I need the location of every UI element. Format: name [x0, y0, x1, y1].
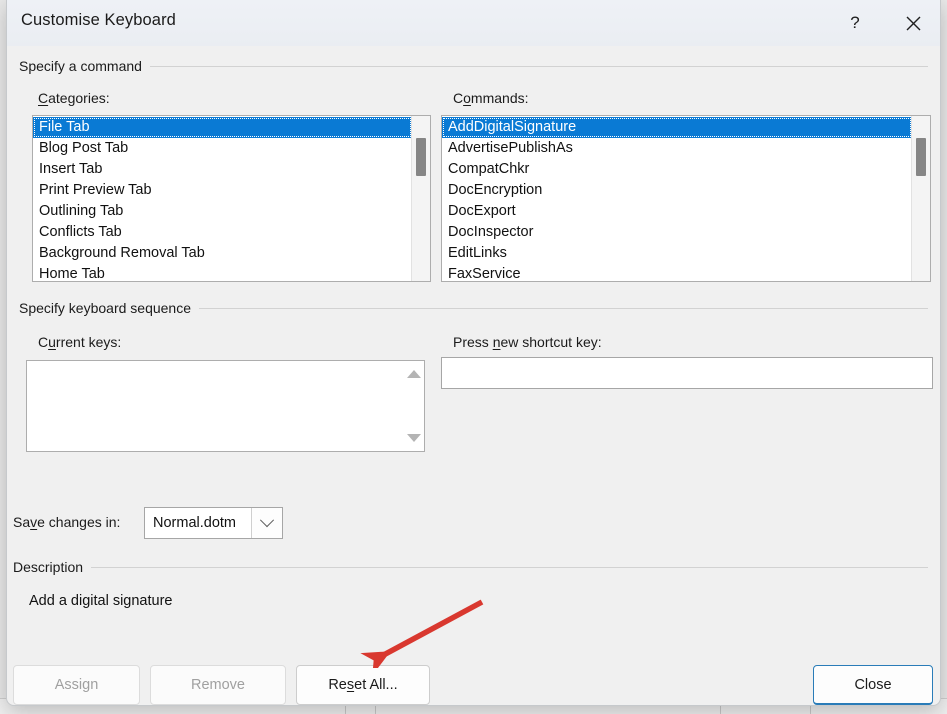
- description-text: Add a digital signature: [29, 593, 173, 609]
- group-header-label: Specify keyboard sequence: [19, 300, 191, 316]
- categories-scrollbar-thumb[interactable]: [416, 138, 426, 176]
- list-item[interactable]: Outlining Tab: [33, 201, 412, 222]
- assign-button-label: Assign: [54, 677, 99, 693]
- close-window-button[interactable]: [890, 0, 936, 46]
- categories-label-accel: C: [38, 90, 49, 106]
- commands-scrollbar-thumb[interactable]: [916, 138, 926, 176]
- categories-label-mid: a: [48, 90, 56, 106]
- list-item[interactable]: Blog Post Tab: [33, 138, 412, 159]
- list-item[interactable]: Conflicts Tab: [33, 222, 412, 243]
- current-keys-listbox[interactable]: [26, 360, 425, 452]
- reset-all-button[interactable]: Reset All...: [296, 665, 430, 705]
- current-keys-label: Current keys:: [38, 334, 121, 350]
- customise-keyboard-dialog: Customise Keyboard ? Specify a command C…: [6, 0, 941, 706]
- triangle-down-icon[interactable]: [407, 434, 421, 442]
- help-button[interactable]: ?: [832, 0, 878, 46]
- title-bar: Customise Keyboard ?: [7, 0, 940, 46]
- reset-all-label-rest: et All...: [354, 677, 398, 693]
- list-item[interactable]: Background Removal Tab: [33, 243, 412, 264]
- categories-listbox[interactable]: File Tab Blog Post Tab Insert Tab Print …: [32, 115, 431, 282]
- close-button[interactable]: Close: [813, 665, 933, 705]
- shortcut-label-rest: ew shortcut key:: [500, 334, 602, 350]
- close-button-label: Close: [854, 676, 892, 693]
- commands-label: Commands:: [453, 90, 529, 106]
- save-changes-in-arrow[interactable]: [251, 508, 282, 538]
- list-item[interactable]: CompatChkr: [442, 159, 912, 180]
- chevron-down-icon: [259, 513, 275, 528]
- close-x-icon: [906, 16, 920, 30]
- current-keys-label-rest: rrent keys:: [55, 334, 122, 350]
- dialog-body: Specify a command Categories: File Tab B…: [7, 46, 940, 705]
- group-header-label: Specify a command: [19, 58, 142, 74]
- categories-scrollbar[interactable]: [411, 116, 430, 281]
- group-rule: [91, 566, 928, 568]
- save-changes-label: Save changes in:: [13, 514, 120, 530]
- list-item[interactable]: AddDigitalSignature: [442, 117, 912, 138]
- save-changes-label-rest: e changes in:: [37, 514, 121, 530]
- current-keys-scrollbar[interactable]: [404, 361, 424, 451]
- group-rule: [199, 307, 928, 309]
- group-header-keyboard-sequence: Specify keyboard sequence: [19, 300, 928, 316]
- reset-all-label-pre: Re: [328, 677, 347, 693]
- list-item[interactable]: Insert Tab: [33, 159, 412, 180]
- group-header-specify-command: Specify a command: [19, 58, 928, 74]
- commands-scrollbar[interactable]: [911, 116, 930, 281]
- list-item[interactable]: DocInspector: [442, 222, 912, 243]
- reset-all-button-label: Reset All...: [328, 677, 397, 693]
- group-rule: [149, 65, 928, 67]
- list-item[interactable]: AdvertisePublishAs: [442, 138, 912, 159]
- press-new-shortcut-input[interactable]: [441, 357, 933, 389]
- press-new-shortcut-label: Press new shortcut key:: [453, 334, 602, 350]
- triangle-up-icon[interactable]: [407, 370, 421, 378]
- commands-label-rest: mmands:: [470, 90, 529, 106]
- dialog-title: Customise Keyboard: [21, 11, 176, 29]
- question-mark-icon: ?: [850, 13, 860, 32]
- list-item[interactable]: DocEncryption: [442, 180, 912, 201]
- group-header-label: Description: [13, 559, 84, 575]
- categories-list-items: File Tab Blog Post Tab Insert Tab Print …: [33, 116, 412, 281]
- list-item[interactable]: DocExport: [442, 201, 912, 222]
- categories-label-rest: tegories:: [55, 90, 110, 106]
- remove-button[interactable]: Remove: [150, 665, 286, 705]
- assign-button[interactable]: Assign: [13, 665, 140, 705]
- save-changes-in-value: Normal.dotm: [153, 515, 236, 531]
- list-item[interactable]: Home Tab: [33, 264, 412, 281]
- group-header-description: Description: [13, 559, 928, 575]
- save-changes-in-combobox[interactable]: Normal.dotm: [144, 507, 283, 539]
- list-item[interactable]: File Tab: [33, 117, 412, 138]
- commands-label-accel: o: [463, 90, 471, 106]
- current-keys-label-pre: C: [38, 334, 49, 350]
- commands-list-items: AddDigitalSignature AdvertisePublishAs C…: [442, 116, 912, 281]
- list-item[interactable]: FaxService: [442, 264, 912, 281]
- categories-label: Categories:: [38, 90, 110, 106]
- save-changes-label-pre: Sa: [13, 514, 31, 530]
- remove-button-label: Remove: [191, 677, 245, 693]
- commands-listbox[interactable]: AddDigitalSignature AdvertisePublishAs C…: [441, 115, 931, 282]
- commands-label-pre: C: [453, 90, 464, 106]
- shortcut-label-pre: Press: [453, 334, 493, 350]
- list-item[interactable]: EditLinks: [442, 243, 912, 264]
- current-keys-label-accel: u: [48, 334, 56, 350]
- list-item[interactable]: Print Preview Tab: [33, 180, 412, 201]
